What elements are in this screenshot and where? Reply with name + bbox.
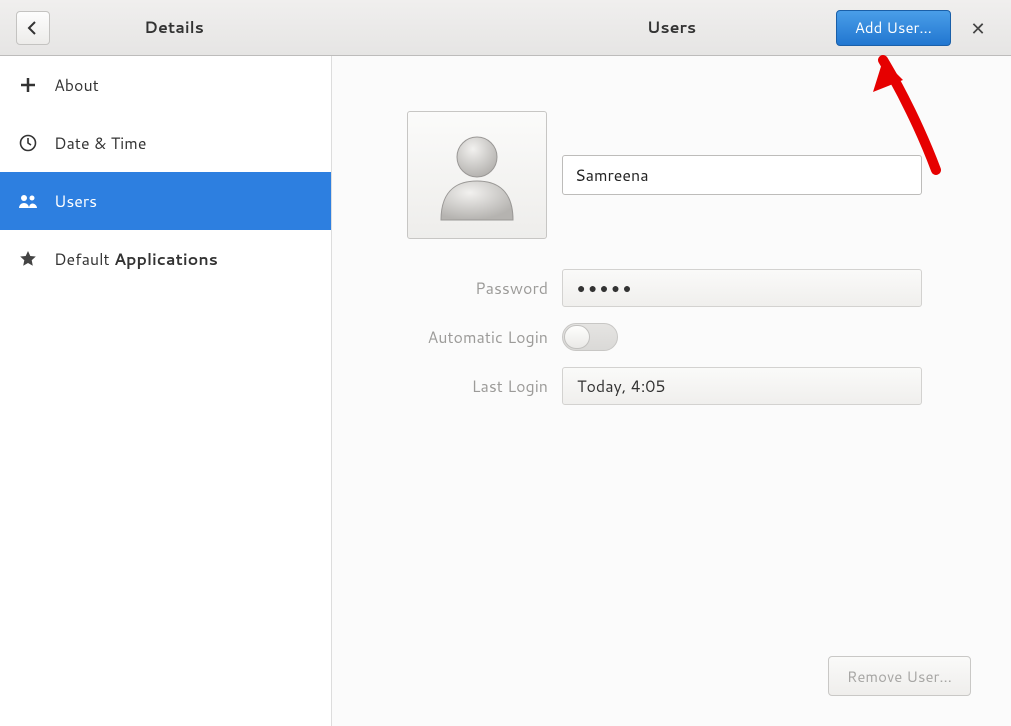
last-login-label: Last Login [407, 375, 562, 398]
remove-user-button[interactable]: Remove User… [828, 656, 971, 696]
password-field[interactable]: ●●●●● [562, 269, 922, 307]
sidebar-item-label: About [54, 74, 99, 97]
auto-login-toggle[interactable] [562, 323, 618, 351]
password-label: Password [407, 277, 562, 300]
header-title-details: Details [50, 16, 332, 39]
back-button[interactable] [16, 11, 50, 45]
sidebar-item-datetime[interactable]: Date & Time [0, 114, 331, 172]
add-user-button[interactable]: Add User… [836, 10, 951, 46]
switch-knob [564, 325, 590, 349]
form-grid: Password ●●●●● Automatic Login Last Logi… [407, 269, 951, 405]
chevron-left-icon [27, 21, 39, 35]
content-pane: Password ●●●●● Automatic Login Last Logi… [332, 56, 1011, 726]
avatar-button[interactable] [407, 111, 547, 239]
sidebar-item-users[interactable]: Users [0, 172, 331, 230]
header-title-users: Users [647, 16, 696, 39]
header-right: Users Add User… ✕ [332, 16, 1011, 39]
header-bar: Details Users Add User… ✕ [0, 0, 1011, 56]
body: About Date & Time Users Default Applicat… [0, 56, 1011, 726]
sidebar-item-label: Date & Time [54, 132, 146, 155]
auto-login-row: Automatic Login [407, 323, 951, 351]
password-mask: ●●●●● [577, 278, 634, 298]
sidebar: About Date & Time Users Default Applicat… [0, 56, 332, 726]
sidebar-item-default-apps[interactable]: Default Applications [0, 230, 331, 288]
last-login-row: Last Login Today, 4:05 [407, 367, 951, 405]
avatar-icon [427, 125, 527, 225]
sidebar-item-label: Users [54, 190, 97, 213]
users-icon [18, 193, 38, 209]
user-name-input[interactable] [562, 155, 922, 195]
close-button[interactable]: ✕ [961, 11, 995, 45]
plus-icon [18, 77, 38, 93]
user-header-row [407, 111, 951, 239]
header-left: Details [0, 11, 332, 45]
password-row: Password ●●●●● [407, 269, 951, 307]
sidebar-item-about[interactable]: About [0, 56, 331, 114]
sidebar-item-label: Default Applications [54, 248, 218, 271]
clock-icon [18, 134, 38, 152]
last-login-value: Today, 4:05 [577, 375, 666, 398]
star-icon [18, 250, 38, 268]
auto-login-label: Automatic Login [407, 326, 562, 349]
last-login-field[interactable]: Today, 4:05 [562, 367, 922, 405]
